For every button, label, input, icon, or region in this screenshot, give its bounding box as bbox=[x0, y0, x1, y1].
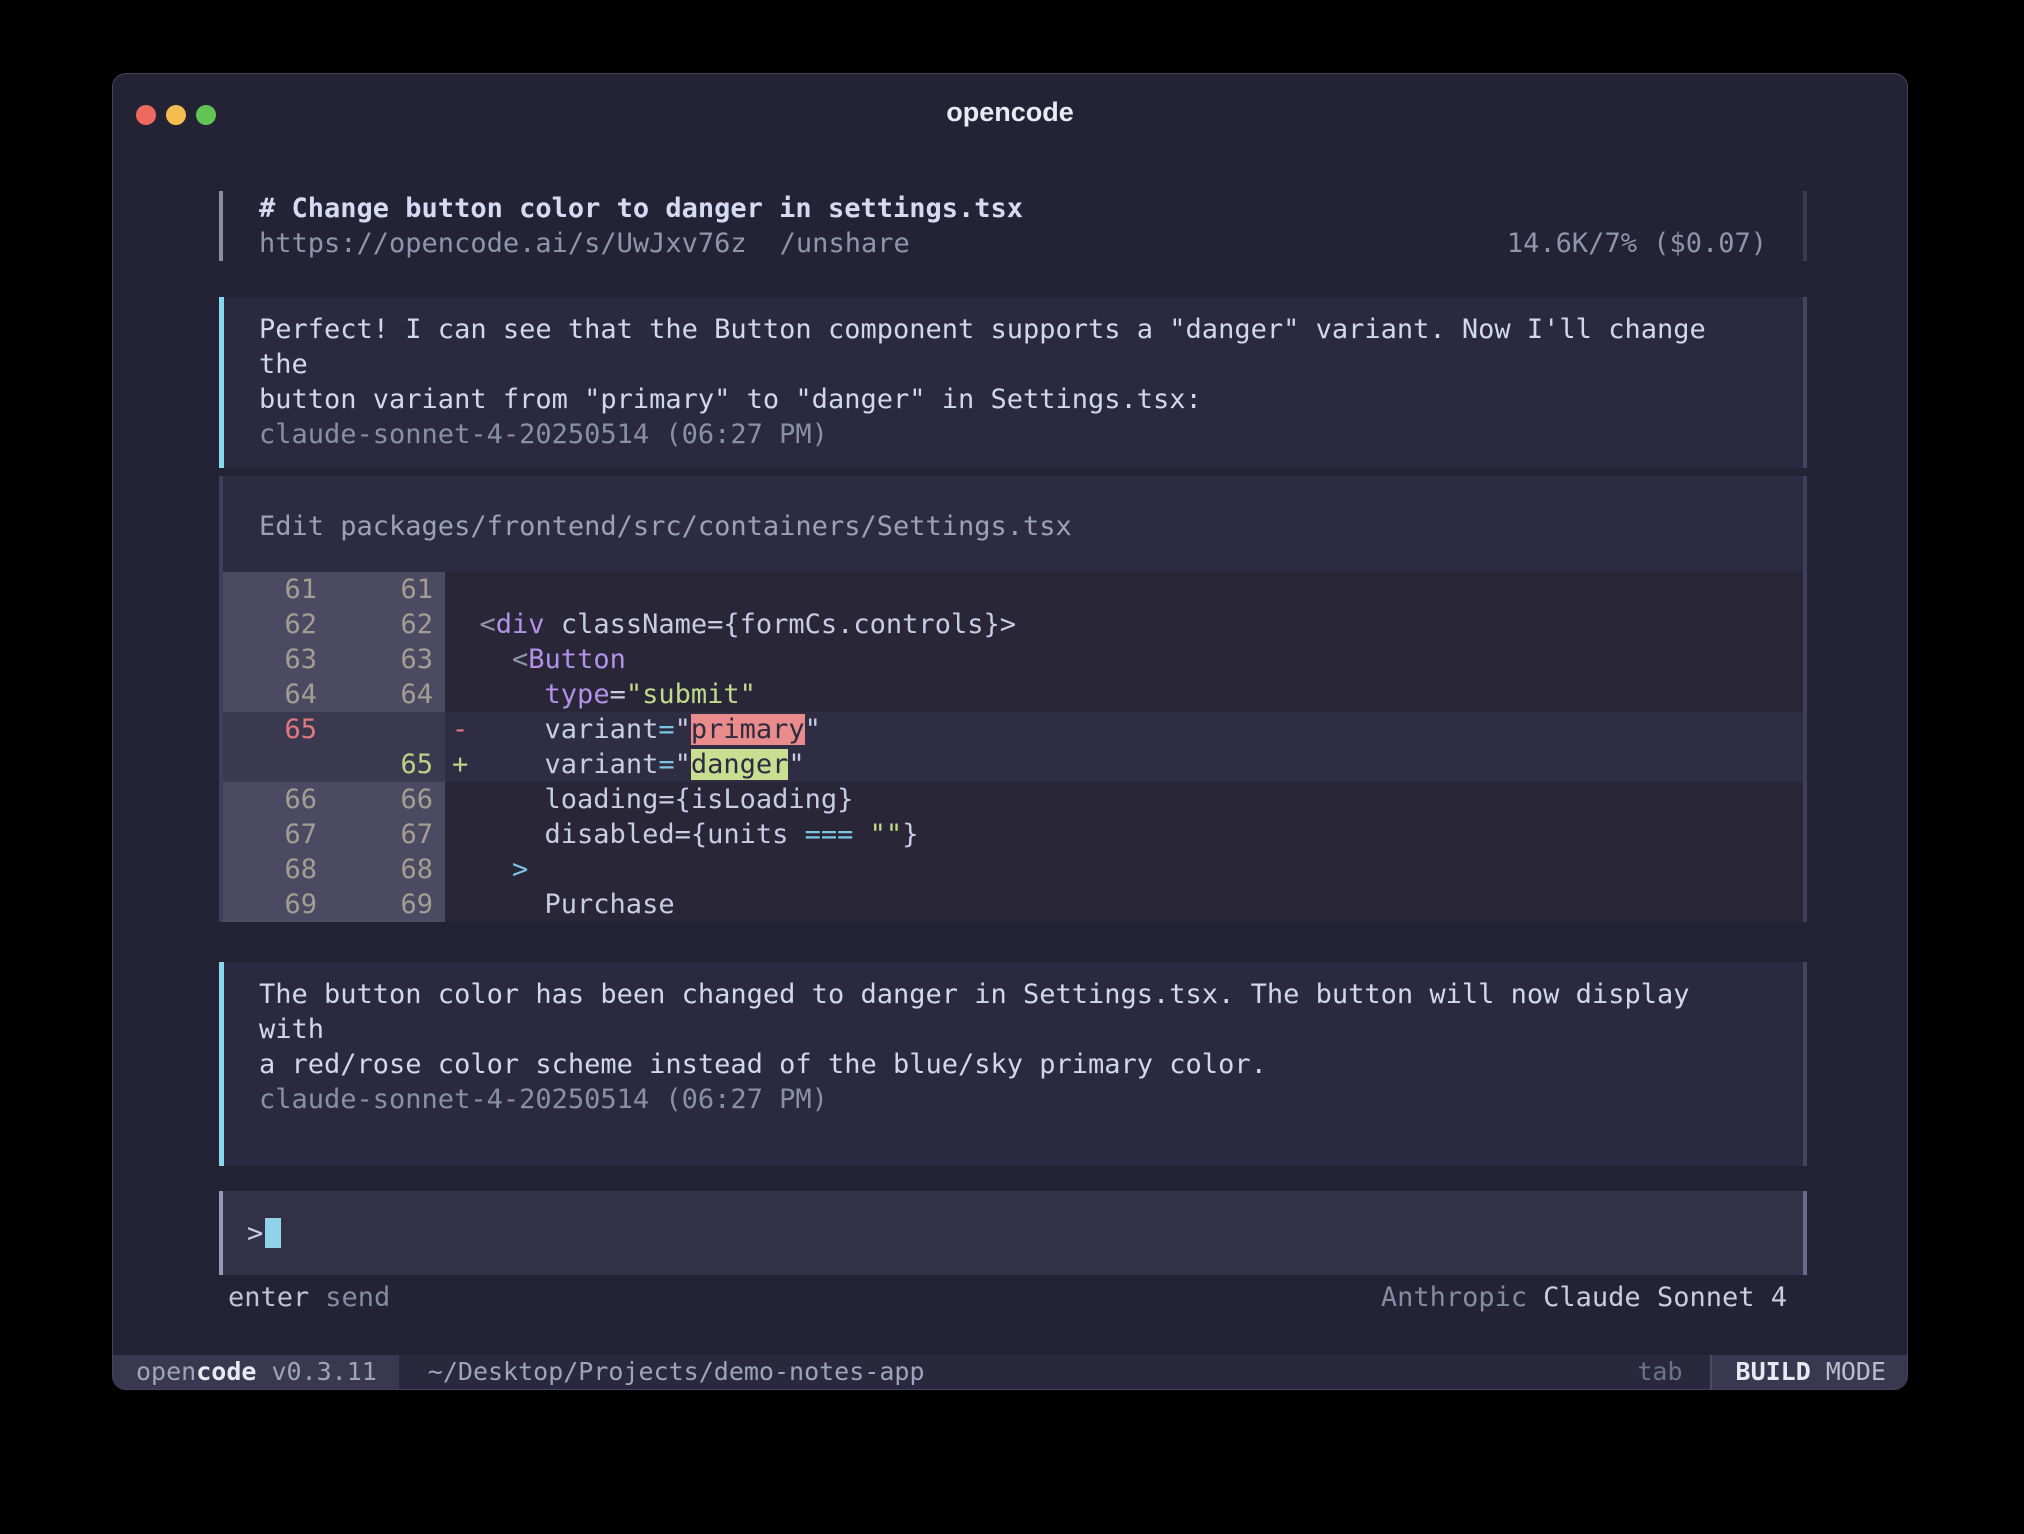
message-text: Perfect! I can see that the Button compo… bbox=[259, 312, 1768, 417]
session-meta-row: https://opencode.ai/s/UwJxv76z /unshare … bbox=[259, 226, 1767, 261]
unshare-command[interactable]: /unshare bbox=[780, 226, 910, 261]
diff-row: 65- variant="primary" bbox=[223, 712, 1803, 747]
share-url[interactable]: https://opencode.ai/s/UwJxv76z bbox=[259, 226, 747, 261]
mode-label: MODE bbox=[1826, 1355, 1886, 1389]
tab-key-hint: tab bbox=[1637, 1355, 1682, 1389]
assistant-message: The button color has been changed to dan… bbox=[219, 962, 1807, 1166]
app-version-segment: opencode v0.3.11 bbox=[113, 1355, 399, 1389]
message-meta: claude-sonnet-4-20250514 (06:27 PM) bbox=[259, 417, 1768, 452]
working-directory: ~/Desktop/Projects/demo-notes-app bbox=[428, 1355, 925, 1389]
provider-name: Anthropic bbox=[1381, 1282, 1527, 1313]
diff-row: 65+ variant="danger" bbox=[223, 747, 1803, 782]
status-bar: opencode v0.3.11 ~/Desktop/Projects/demo… bbox=[113, 1355, 1907, 1389]
desktop: opencode # Change button color to danger… bbox=[0, 0, 2024, 1534]
context-stats: 14.6K/7% ($0.07) bbox=[1507, 226, 1767, 261]
titlebar[interactable]: opencode bbox=[113, 74, 1907, 144]
diff-row: 6767 disabled={units === ""} bbox=[223, 817, 1803, 852]
diff-row: 6969 Purchase bbox=[223, 887, 1803, 922]
edit-tool-title: Edit packages/frontend/src/containers/Se… bbox=[223, 476, 1803, 572]
diff-row: 6868 > bbox=[223, 852, 1803, 887]
app-version: v0.3.11 bbox=[271, 1355, 376, 1389]
model-indicator: Anthropic Claude Sonnet 4 bbox=[1381, 1280, 1787, 1315]
mode-toggle[interactable]: BUILD MODE bbox=[1710, 1355, 1907, 1389]
text-cursor bbox=[265, 1218, 281, 1248]
message-text: The button color has been changed to dan… bbox=[259, 977, 1768, 1082]
mode-value: BUILD bbox=[1736, 1355, 1811, 1389]
diff-row: 6363 <Button bbox=[223, 642, 1803, 677]
message-meta: claude-sonnet-4-20250514 (06:27 PM) bbox=[259, 1082, 1768, 1117]
model-name: Claude Sonnet 4 bbox=[1543, 1282, 1787, 1313]
send-action-hint: send bbox=[325, 1280, 390, 1315]
prompt-input[interactable]: > bbox=[219, 1191, 1807, 1275]
diff-row: 6666 loading={isLoading} bbox=[223, 782, 1803, 817]
diff-view: 61616262 <div className={formCs.controls… bbox=[223, 572, 1803, 922]
app-name: open bbox=[136, 1355, 196, 1389]
diff-row: 6464 type="submit" bbox=[223, 677, 1803, 712]
window-title: opencode bbox=[113, 97, 1907, 128]
enter-key-hint: enter bbox=[228, 1280, 309, 1315]
app-name-bold: code bbox=[196, 1355, 256, 1389]
opencode-window: opencode # Change button color to danger… bbox=[112, 73, 1908, 1390]
assistant-message: Perfect! I can see that the Button compo… bbox=[219, 297, 1807, 468]
prompt-symbol: > bbox=[247, 1216, 263, 1251]
diff-row: 6161 bbox=[223, 572, 1803, 607]
edit-tool-block: Edit packages/frontend/src/containers/Se… bbox=[219, 476, 1807, 922]
status-bar-right: tab BUILD MODE bbox=[1637, 1355, 1907, 1389]
session-title: # Change button color to danger in setti… bbox=[259, 191, 1767, 226]
diff-row: 6262 <div className={formCs.controls}> bbox=[223, 607, 1803, 642]
hints-row: enter send Anthropic Claude Sonnet 4 bbox=[219, 1280, 1807, 1315]
session-header: # Change button color to danger in setti… bbox=[219, 191, 1807, 261]
